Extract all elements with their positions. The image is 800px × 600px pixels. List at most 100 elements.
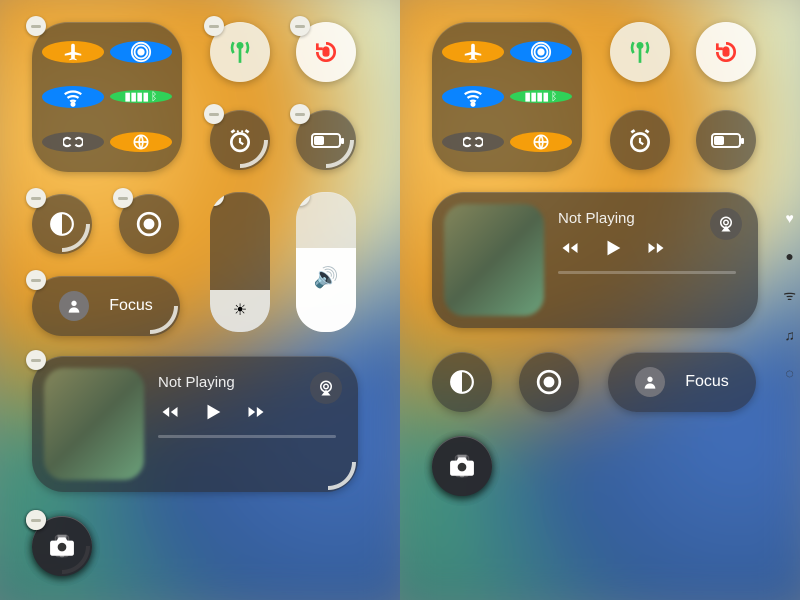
wifi-toggle[interactable] [42,86,104,108]
satellite-toggle[interactable] [510,132,572,152]
camera-button[interactable] [432,436,492,496]
remove-badge[interactable] [26,188,46,208]
rotation-lock-button[interactable] [696,22,756,82]
remove-badge[interactable] [26,16,46,36]
cellular-bluetooth-toggle[interactable]: ▮▮▮▮ ᛒ [110,90,172,103]
alarm-icon [627,127,653,153]
progress-bar[interactable] [158,435,336,438]
wifi-icon [62,86,84,108]
heart-icon[interactable]: ♥ [785,210,793,226]
brightness-slider[interactable]: ☀︎ [210,192,270,332]
alarm-button[interactable] [210,110,270,170]
airplane-mode-toggle[interactable] [42,41,104,63]
focus-button[interactable]: Focus [608,352,756,412]
remove-badge[interactable] [290,16,310,36]
dark-mode-icon [449,369,475,395]
person-icon [59,291,89,321]
antenna-icon [227,39,253,65]
album-art [444,204,544,316]
progress-bar[interactable] [558,271,736,274]
remove-badge[interactable] [204,16,224,36]
tile-grid: ▮▮▮▮ ᛒ [418,18,782,582]
personal-hotspot-toggle[interactable] [442,132,504,152]
wifi-toggle[interactable] [442,86,504,108]
remove-badge[interactable] [26,510,46,530]
personal-hotspot-toggle[interactable] [42,132,104,152]
antenna-button[interactable] [610,22,670,82]
media-player[interactable]: Not Playing [432,192,758,328]
airplane-icon [462,41,484,63]
volume-fill [296,248,356,332]
resize-handle[interactable] [62,224,90,252]
rotation-lock-button[interactable] [296,22,356,82]
volume-icon: 🔊 [314,265,339,290]
remove-badge[interactable] [113,188,133,208]
remove-badge[interactable] [26,350,46,370]
play-icon[interactable] [202,401,224,423]
satellite-toggle[interactable] [110,132,172,152]
antenna-icon [627,39,653,65]
camera-button[interactable] [32,516,92,576]
remove-badge[interactable] [210,192,224,206]
antenna-icon[interactable]: ᯤ [783,286,796,305]
dot-icon[interactable]: ● [785,248,793,264]
brightness-icon: ☀︎ [233,300,247,320]
music-note-icon[interactable]: ♫ [784,327,795,343]
content-area: ▮▮▮▮ ᛒ [0,0,400,600]
airplay-button[interactable] [310,372,342,404]
dark-mode-button[interactable] [432,352,492,412]
play-icon[interactable] [602,237,624,259]
airplay-icon [317,379,335,397]
airdrop-toggle[interactable] [110,41,172,63]
dotted-circle-icon[interactable]: ◌ [785,365,793,381]
screen-record-button[interactable] [119,194,179,254]
focus-label: Focus [109,297,153,315]
media-player[interactable]: Not Playing [32,356,358,492]
focus-label: Focus [685,373,729,391]
antenna-button[interactable] [210,22,270,82]
wifi-icon [462,86,484,108]
connectivity-module[interactable]: ▮▮▮▮ ᛒ [32,22,182,172]
dark-mode-button[interactable] [32,194,92,254]
personal-hotspot-icon [463,132,483,152]
camera-icon [449,455,475,477]
airplay-icon [717,215,735,233]
bluetooth-icon: ᛒ [151,91,158,103]
person-icon [635,367,665,397]
cellular-bars-icon: ▮▮▮▮ [125,90,149,103]
remove-badge[interactable] [290,104,310,124]
resize-handle[interactable] [240,140,268,168]
forward-icon[interactable] [644,238,668,258]
satellite-icon [531,132,551,152]
satellite-icon [131,132,151,152]
low-power-button[interactable] [296,110,356,170]
connectivity-module[interactable]: ▮▮▮▮ ᛒ [432,22,582,172]
remove-badge[interactable] [296,192,310,206]
resize-handle[interactable] [328,462,356,490]
screen-record-icon [136,211,162,237]
rotation-lock-icon [313,39,339,65]
page-indicators[interactable]: ♥ ● ᯤ ♫ ◌ [783,210,796,381]
personal-hotspot-icon [63,132,83,152]
remove-badge[interactable] [204,104,224,124]
airdrop-toggle[interactable] [510,41,572,63]
resize-handle[interactable] [150,306,178,334]
airdrop-icon [130,41,152,63]
screen-record-button[interactable] [519,352,579,412]
volume-slider[interactable]: 🔊 [296,192,356,332]
tile-grid: ▮▮▮▮ ᛒ [18,18,382,582]
album-art [44,368,144,480]
focus-button[interactable]: Focus [32,276,180,336]
remove-badge[interactable] [26,270,46,290]
control-center-edit-mode: ▮▮▮▮ ᛒ [0,0,400,600]
airplay-button[interactable] [710,208,742,240]
rewind-icon[interactable] [158,402,182,422]
resize-handle[interactable] [326,140,354,168]
low-power-button[interactable] [696,110,756,170]
airplane-mode-toggle[interactable] [442,41,504,63]
forward-icon[interactable] [244,402,268,422]
rewind-icon[interactable] [558,238,582,258]
cellular-bars-icon: ▮▮▮▮ [525,90,549,103]
cellular-bluetooth-toggle[interactable]: ▮▮▮▮ ᛒ [510,90,572,103]
alarm-button[interactable] [610,110,670,170]
